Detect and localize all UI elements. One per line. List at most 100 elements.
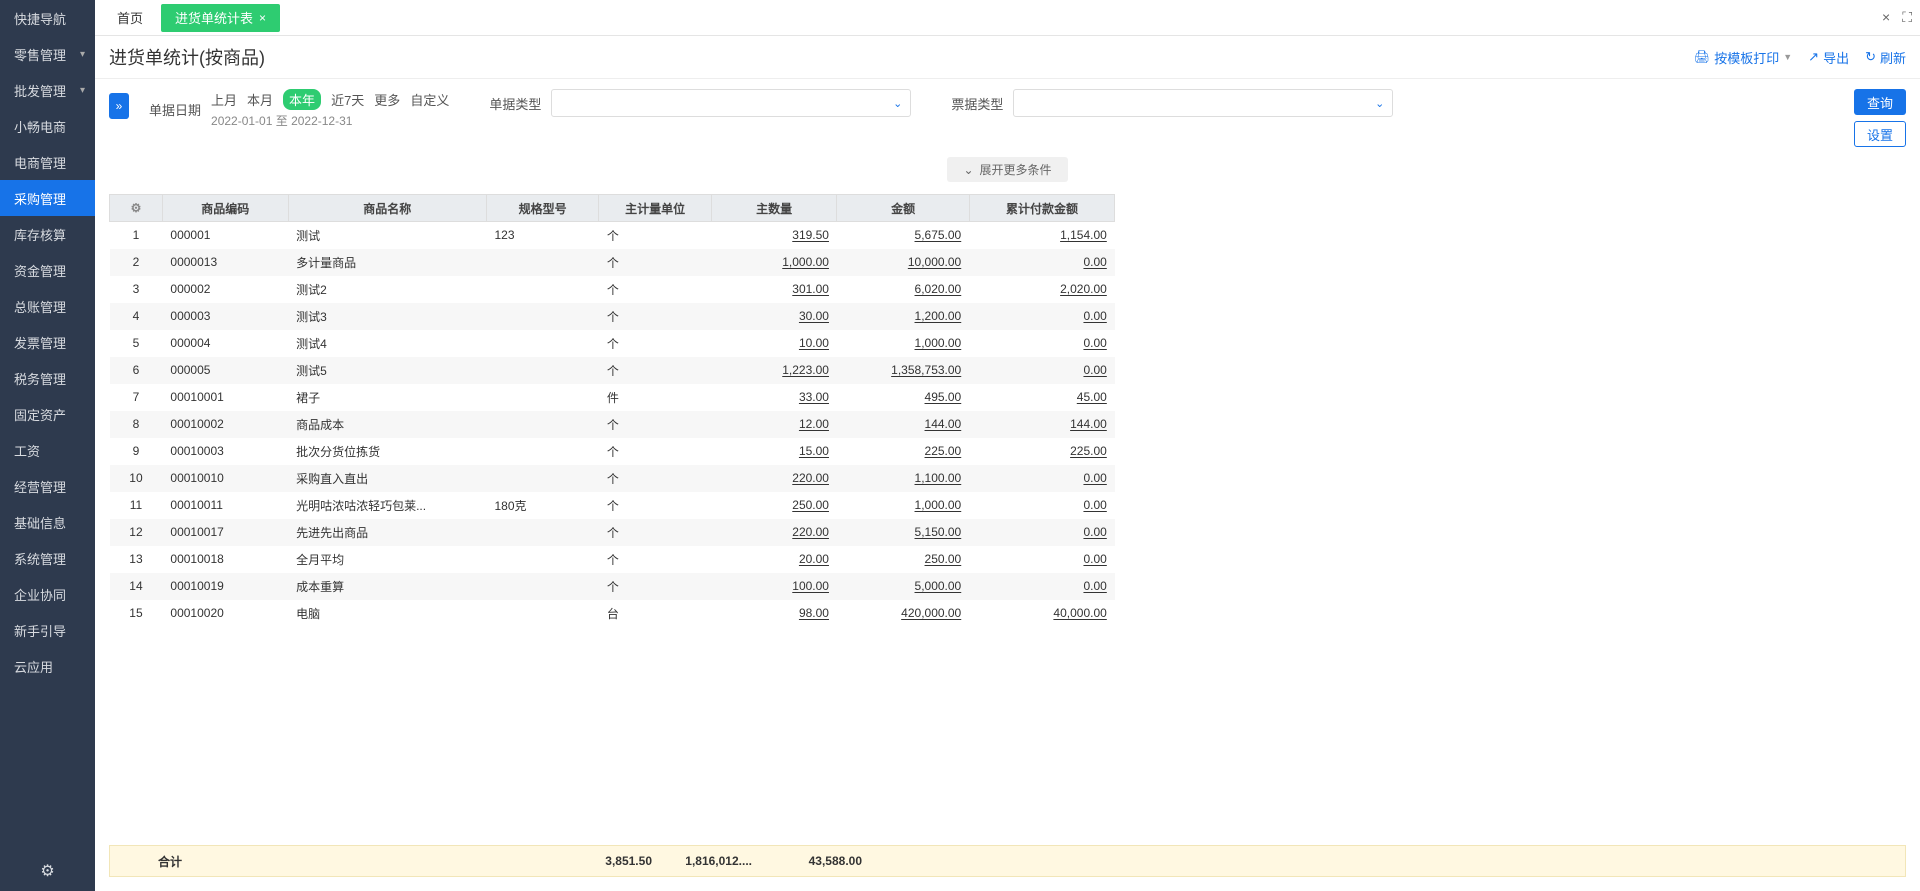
sidebar-item-4[interactable]: 电商管理 bbox=[0, 144, 95, 180]
cell-paid[interactable]: 0.00 bbox=[969, 465, 1115, 492]
table-row[interactable]: 700010001裙子件33.00495.0045.00 bbox=[110, 384, 1115, 411]
cell-qty[interactable]: 100.00 bbox=[711, 573, 837, 600]
expand-filters-button[interactable]: ⌄ 展开更多条件 bbox=[947, 157, 1067, 182]
sidebar-item-12[interactable]: 工资 bbox=[0, 432, 95, 468]
date-this-month[interactable]: 本月 bbox=[247, 90, 273, 109]
th-paid[interactable]: 累计付款金额 bbox=[969, 195, 1115, 222]
cell-paid[interactable]: 2,020.00 bbox=[969, 276, 1115, 303]
cell-paid[interactable]: 0.00 bbox=[969, 249, 1115, 276]
th-unit[interactable]: 主计量单位 bbox=[599, 195, 711, 222]
table-row[interactable]: 3000002测试2个301.006,020.002,020.00 bbox=[110, 276, 1115, 303]
th-spec[interactable]: 规格型号 bbox=[486, 195, 598, 222]
table-row[interactable]: 5000004测试4个10.001,000.000.00 bbox=[110, 330, 1115, 357]
cell-amount[interactable]: 5,675.00 bbox=[837, 222, 969, 249]
sidebar-item-7[interactable]: 资金管理 bbox=[0, 252, 95, 288]
cell-qty[interactable]: 15.00 bbox=[711, 438, 837, 465]
sidebar-item-10[interactable]: 税务管理 bbox=[0, 360, 95, 396]
cell-paid[interactable]: 0.00 bbox=[969, 519, 1115, 546]
table-row[interactable]: 1500010020电脑台98.00420,000.0040,000.00 bbox=[110, 600, 1115, 627]
sidebar-item-15[interactable]: 系统管理 bbox=[0, 540, 95, 576]
sidebar-item-14[interactable]: 基础信息 bbox=[0, 504, 95, 540]
cell-paid[interactable]: 0.00 bbox=[969, 330, 1115, 357]
table-row[interactable]: 1000001测试123个319.505,675.001,154.00 bbox=[110, 222, 1115, 249]
table-row[interactable]: 1400010019成本重算个100.005,000.000.00 bbox=[110, 573, 1115, 600]
cell-qty[interactable]: 1,000.00 bbox=[711, 249, 837, 276]
date-custom[interactable]: 自定义 bbox=[410, 90, 449, 109]
cell-paid[interactable]: 0.00 bbox=[969, 492, 1115, 519]
sidebar-item-5[interactable]: 采购管理 bbox=[0, 180, 95, 216]
cell-qty[interactable]: 98.00 bbox=[711, 600, 837, 627]
date-this-year[interactable]: 本年 bbox=[283, 89, 321, 110]
cell-paid[interactable]: 0.00 bbox=[969, 303, 1115, 330]
sidebar-item-0[interactable]: 快捷导航 bbox=[0, 0, 95, 36]
invoice-type-select[interactable]: ⌄ bbox=[1013, 89, 1393, 117]
cell-amount[interactable]: 144.00 bbox=[837, 411, 969, 438]
date-last7[interactable]: 近7天 bbox=[331, 90, 364, 109]
cell-amount[interactable]: 1,100.00 bbox=[837, 465, 969, 492]
sidebar-item-17[interactable]: 新手引导 bbox=[0, 612, 95, 648]
th-name[interactable]: 商品名称 bbox=[288, 195, 486, 222]
cell-paid[interactable]: 225.00 bbox=[969, 438, 1115, 465]
cell-qty[interactable]: 1,223.00 bbox=[711, 357, 837, 384]
expand-icon[interactable]: ⛶ bbox=[1902, 9, 1912, 26]
cell-qty[interactable]: 301.00 bbox=[711, 276, 837, 303]
settings-gear[interactable]: ⚙ bbox=[0, 851, 95, 891]
cell-amount[interactable]: 250.00 bbox=[837, 546, 969, 573]
table-row[interactable]: 1000010010采购直入直出个220.001,100.000.00 bbox=[110, 465, 1115, 492]
cell-amount[interactable]: 495.00 bbox=[837, 384, 969, 411]
table-row[interactable]: 800010002商品成本个12.00144.00144.00 bbox=[110, 411, 1115, 438]
cell-amount[interactable]: 420,000.00 bbox=[837, 600, 969, 627]
sidebar-item-11[interactable]: 固定资产 bbox=[0, 396, 95, 432]
cell-amount[interactable]: 225.00 bbox=[837, 438, 969, 465]
th-code[interactable]: 商品编码 bbox=[162, 195, 288, 222]
date-more[interactable]: 更多 bbox=[374, 90, 400, 109]
close-icon[interactable]: × bbox=[1882, 9, 1890, 26]
settings-button[interactable]: 设置 bbox=[1854, 121, 1906, 147]
table-row[interactable]: 6000005测试5个1,223.001,358,753.000.00 bbox=[110, 357, 1115, 384]
sidebar-item-16[interactable]: 企业协同 bbox=[0, 576, 95, 612]
cell-amount[interactable]: 10,000.00 bbox=[837, 249, 969, 276]
close-icon[interactable]: × bbox=[259, 11, 266, 25]
sidebar-item-18[interactable]: 云应用 bbox=[0, 648, 95, 684]
table-row[interactable]: 1100010011光明咕浓咕浓轻巧包莱...180克个250.001,000.… bbox=[110, 492, 1115, 519]
print-button[interactable]: 🖨 按模板打印 ▼ bbox=[1694, 48, 1792, 67]
cell-qty[interactable]: 33.00 bbox=[711, 384, 837, 411]
gear-icon[interactable]: ⚙ bbox=[110, 195, 163, 222]
date-last-month[interactable]: 上月 bbox=[211, 90, 237, 109]
tab-report[interactable]: 进货单统计表 × bbox=[161, 4, 280, 32]
table-row[interactable]: 20000013多计量商品个1,000.0010,000.000.00 bbox=[110, 249, 1115, 276]
bill-type-select[interactable]: ⌄ bbox=[551, 89, 911, 117]
cell-paid[interactable]: 1,154.00 bbox=[969, 222, 1115, 249]
cell-amount[interactable]: 5,150.00 bbox=[837, 519, 969, 546]
table-row[interactable]: 900010003批次分货位拣货个15.00225.00225.00 bbox=[110, 438, 1115, 465]
tab-home[interactable]: 首页 bbox=[103, 4, 157, 32]
cell-paid[interactable]: 144.00 bbox=[969, 411, 1115, 438]
cell-qty[interactable]: 250.00 bbox=[711, 492, 837, 519]
cell-qty[interactable]: 220.00 bbox=[711, 519, 837, 546]
cell-qty[interactable]: 220.00 bbox=[711, 465, 837, 492]
cell-qty[interactable]: 20.00 bbox=[711, 546, 837, 573]
cell-amount[interactable]: 1,000.00 bbox=[837, 492, 969, 519]
sidebar-item-9[interactable]: 发票管理 bbox=[0, 324, 95, 360]
cell-amount[interactable]: 1,358,753.00 bbox=[837, 357, 969, 384]
sidebar-item-8[interactable]: 总账管理 bbox=[0, 288, 95, 324]
refresh-button[interactable]: ↻ 刷新 bbox=[1865, 48, 1906, 67]
sidebar-item-1[interactable]: 零售管理 bbox=[0, 36, 95, 72]
table-row[interactable]: 1200010017先进先出商品个220.005,150.000.00 bbox=[110, 519, 1115, 546]
cell-paid[interactable]: 45.00 bbox=[969, 384, 1115, 411]
th-amt[interactable]: 金额 bbox=[837, 195, 969, 222]
cell-qty[interactable]: 10.00 bbox=[711, 330, 837, 357]
cell-qty[interactable]: 12.00 bbox=[711, 411, 837, 438]
cell-qty[interactable]: 319.50 bbox=[711, 222, 837, 249]
th-qty[interactable]: 主数量 bbox=[711, 195, 837, 222]
sidebar-item-3[interactable]: 小畅电商 bbox=[0, 108, 95, 144]
query-button[interactable]: 查询 bbox=[1854, 89, 1906, 115]
cell-amount[interactable]: 6,020.00 bbox=[837, 276, 969, 303]
cell-qty[interactable]: 30.00 bbox=[711, 303, 837, 330]
collapse-filters-button[interactable]: » bbox=[109, 93, 129, 119]
sidebar-item-2[interactable]: 批发管理 bbox=[0, 72, 95, 108]
cell-amount[interactable]: 1,200.00 bbox=[837, 303, 969, 330]
table-row[interactable]: 4000003测试3个30.001,200.000.00 bbox=[110, 303, 1115, 330]
cell-paid[interactable]: 0.00 bbox=[969, 546, 1115, 573]
cell-paid[interactable]: 0.00 bbox=[969, 573, 1115, 600]
